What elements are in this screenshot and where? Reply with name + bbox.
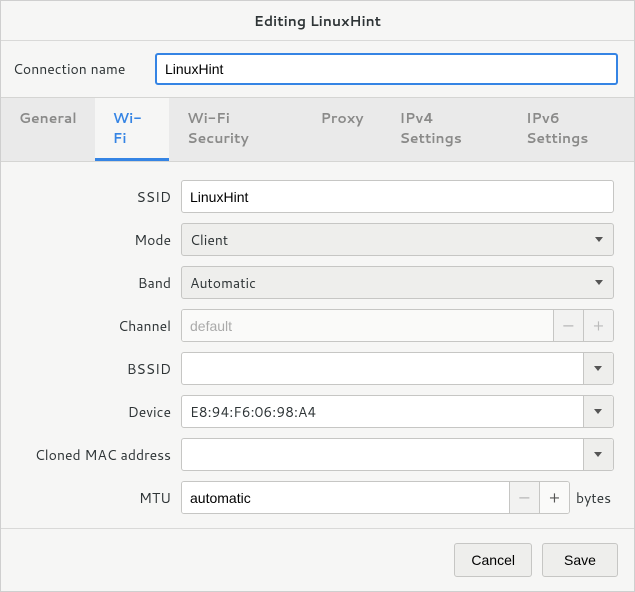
mtu-plus-button[interactable]: + [539,482,569,513]
mode-select-value: Client [190,230,228,250]
tab-proxy[interactable]: Proxy [303,98,382,161]
device-combo[interactable]: E8:94:F6:06:98:A4 [181,395,614,428]
band-select[interactable]: Automatic [181,266,614,299]
tab-ipv6-settings[interactable]: IPv6 Settings [508,98,634,161]
channel-label: Channel [21,316,171,336]
channel-minus-button: − [553,310,583,341]
chevron-down-icon [594,409,602,414]
tab-general[interactable]: General [1,98,95,161]
ssid-label: SSID [21,187,171,207]
network-edit-dialog: Editing LinuxHint Connection name Genera… [0,0,635,592]
ssid-row: SSID [21,180,614,213]
mtu-row: MTU − + bytes [21,481,614,514]
wifi-form: SSID Mode Client Band Automatic [1,162,634,528]
save-button[interactable]: Save [542,543,618,577]
mode-select[interactable]: Client [181,223,614,256]
bssid-label: BSSID [21,359,171,379]
bssid-combo[interactable] [181,352,614,385]
chevron-down-icon [594,452,602,457]
channel-input [182,310,553,341]
mtu-minus-button: − [509,482,539,513]
band-select-value: Automatic [190,273,256,293]
connection-name-input[interactable] [155,53,618,85]
ssid-input[interactable] [181,180,614,213]
mode-row: Mode Client [21,223,614,256]
connection-name-row: Connection name [1,41,634,97]
tab-wifi-security[interactable]: Wi-Fi Security [169,98,302,161]
device-row: Device E8:94:F6:06:98:A4 [21,395,614,428]
dialog-title: Editing LinuxHint [254,11,381,31]
dialog-footer: Cancel Save [1,528,634,591]
device-label: Device [21,402,171,422]
chevron-down-icon [595,237,603,242]
device-value: E8:94:F6:06:98:A4 [190,402,583,422]
band-label: Band [21,273,171,293]
band-row: Band Automatic [21,266,614,299]
mtu-suffix: bytes [576,488,614,508]
cancel-button[interactable]: Cancel [454,543,532,577]
channel-row: Channel − + [21,309,614,342]
mode-label: Mode [21,230,171,250]
mtu-label: MTU [21,488,171,508]
mtu-spin: − + [181,481,570,514]
tab-bar: General Wi-Fi Wi-Fi Security Proxy IPv4 … [1,97,634,162]
bssid-dropdown-button[interactable] [583,353,613,384]
cloned-mac-label: Cloned MAC address [21,445,171,465]
chevron-down-icon [594,366,602,371]
device-dropdown-button[interactable] [583,396,613,427]
cloned-mac-dropdown-button[interactable] [583,439,613,470]
mtu-input[interactable] [182,482,509,513]
tab-ipv4-settings[interactable]: IPv4 Settings [381,98,508,161]
cloned-mac-row: Cloned MAC address [21,438,614,471]
tab-wifi[interactable]: Wi-Fi [95,98,169,161]
title-bar: Editing LinuxHint [1,1,634,41]
cloned-mac-combo[interactable] [181,438,614,471]
chevron-down-icon [595,280,603,285]
channel-plus-button: + [583,310,613,341]
connection-name-label: Connection name [13,59,143,79]
bssid-row: BSSID [21,352,614,385]
channel-spin: − + [181,309,614,342]
